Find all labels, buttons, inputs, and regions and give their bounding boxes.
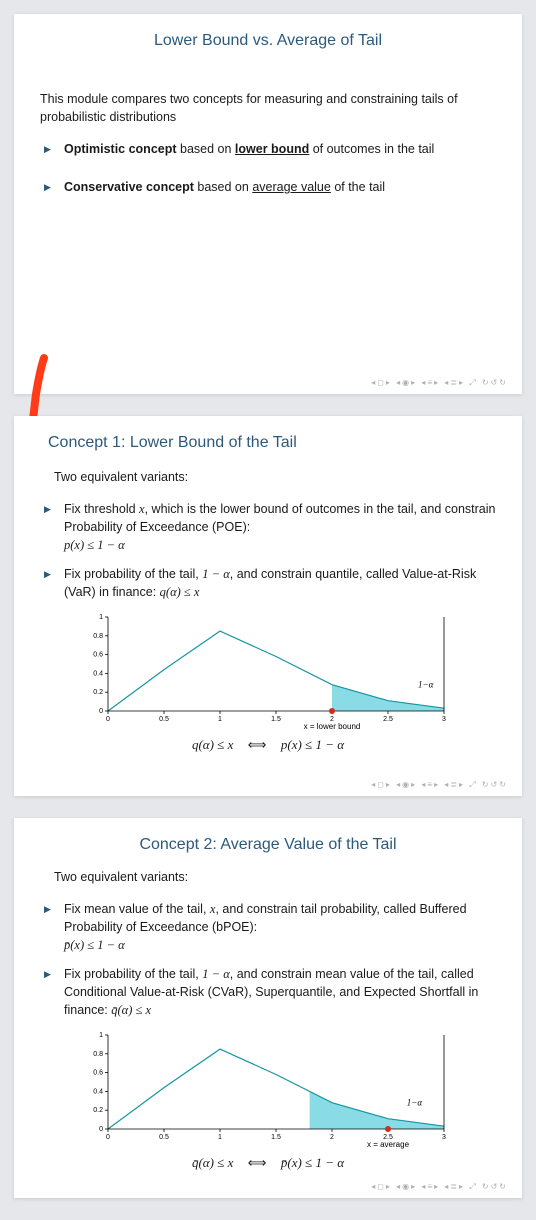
beamer-nav-icons: ◂◻▸ ◂◉▸ ◂≡▸ ◂≣▸ ⤢ ↻↺↻	[371, 780, 508, 790]
bullet-tail: of outcomes in the tail	[309, 142, 434, 156]
frag: Fix probability of the tail,	[64, 567, 202, 581]
slide-1-bullet-1: Optimistic concept based on lower bound …	[44, 140, 496, 158]
frag: Fix probability of the tail,	[64, 967, 202, 981]
svg-text:0.6: 0.6	[93, 1069, 103, 1076]
slide-1-bullets: Optimistic concept based on lower bound …	[44, 140, 496, 196]
svg-text:0.2: 0.2	[93, 1107, 103, 1114]
svg-text:2.5: 2.5	[383, 716, 393, 723]
beamer-nav-icons: ◂◻▸ ◂◉▸ ◂≡▸ ◂≣▸ ⤢ ↻↺↻	[371, 378, 508, 388]
svg-text:1: 1	[218, 1134, 222, 1141]
svg-text:0.2: 0.2	[93, 689, 103, 696]
equation: p̄(x) ≤ 1 − α	[64, 938, 125, 952]
bullet-tail: of the tail	[331, 180, 385, 194]
slide-2-equiv-equation: q(α) ≤ x ⟺ p(x) ≤ 1 − α	[40, 737, 496, 753]
eq-left: q̄(α) ≤ x	[192, 1155, 233, 1170]
slide-3-bullet-1: Fix mean value of the tail, x, and const…	[44, 900, 496, 954]
eq-left: q(α) ≤ x	[192, 737, 233, 752]
svg-text:1−α: 1−α	[418, 679, 434, 689]
bullet-mid: based on	[177, 142, 235, 156]
svg-text:1: 1	[218, 716, 222, 723]
svg-text:0.5: 0.5	[159, 716, 169, 723]
slide-2-bullet-2: Fix probability of the tail, 1 − α, and …	[44, 565, 496, 601]
slide-2-bullets: Fix threshold x, which is the lower boun…	[44, 500, 496, 601]
slide-1-title: Lower Bound vs. Average of Tail	[40, 32, 496, 50]
slide-3-bullets: Fix mean value of the tail, x, and const…	[44, 900, 496, 1019]
slide-2-bullet-1: Fix threshold x, which is the lower boun…	[44, 500, 496, 554]
frag: Fix mean value of the tail,	[64, 902, 210, 916]
slide-1-bullet-2: Conservative concept based on average va…	[44, 178, 496, 196]
slide-2-title: Concept 1: Lower Bound of the Tail	[48, 434, 496, 452]
svg-text:1: 1	[99, 614, 103, 621]
svg-text:0: 0	[99, 708, 103, 715]
svg-text:x = lower bound: x = lower bound	[304, 722, 361, 731]
frag-math: 1 − α	[202, 967, 230, 981]
eq-right: p(x) ≤ 1 − α	[281, 737, 344, 752]
equation: q̄(α) ≤ x	[111, 1003, 151, 1017]
svg-text:0.8: 0.8	[93, 1051, 103, 1058]
bullet-bold: Conservative concept	[64, 180, 194, 194]
svg-text:0: 0	[106, 1134, 110, 1141]
slide-2: Concept 1: Lower Bound of the Tail Two e…	[14, 416, 522, 796]
svg-text:0: 0	[99, 1126, 103, 1133]
svg-text:2: 2	[330, 1134, 334, 1141]
slide-2-chart: 00.511.522.5300.20.40.60.81x = lower bou…	[78, 611, 458, 731]
svg-text:3: 3	[442, 716, 446, 723]
svg-text:0.8: 0.8	[93, 633, 103, 640]
svg-text:1: 1	[99, 1032, 103, 1039]
svg-text:1.5: 1.5	[271, 716, 281, 723]
equation: p(x) ≤ 1 − α	[64, 538, 125, 552]
equation: q(α) ≤ x	[160, 585, 200, 599]
svg-text:x = average: x = average	[367, 1140, 410, 1149]
svg-text:1.5: 1.5	[271, 1134, 281, 1141]
frag-math: 1 − α	[202, 567, 230, 581]
svg-text:3: 3	[442, 1134, 446, 1141]
slide-3-subtitle: Two equivalent variants:	[54, 868, 496, 886]
slide-2-subtitle: Two equivalent variants:	[54, 468, 496, 486]
slide-3-title: Concept 2: Average Value of the Tail	[40, 836, 496, 854]
slide-3: Concept 2: Average Value of the Tail Two…	[14, 818, 522, 1198]
slide-3-bullet-2: Fix probability of the tail, 1 − α, and …	[44, 965, 496, 1019]
svg-text:0.5: 0.5	[159, 1134, 169, 1141]
slide-3-equiv-equation: q̄(α) ≤ x ⟺ p̄(x) ≤ 1 − α	[40, 1155, 496, 1171]
bullet-underline: average value	[252, 180, 331, 194]
eq-right: p̄(x) ≤ 1 − α	[281, 1155, 344, 1170]
svg-text:0.4: 0.4	[93, 1088, 103, 1095]
frag: Fix threshold	[64, 502, 139, 516]
bullet-underline: lower bound	[235, 142, 309, 156]
slide-1: Lower Bound vs. Average of Tail This mod…	[14, 14, 522, 394]
slide-1-intro: This module compares two concepts for me…	[40, 90, 496, 126]
beamer-nav-icons: ◂◻▸ ◂◉▸ ◂≡▸ ◂≣▸ ⤢ ↻↺↻	[371, 1182, 508, 1192]
bullet-mid: based on	[194, 180, 252, 194]
slide-3-chart: 00.511.522.5300.20.40.60.81x = average1−…	[78, 1029, 458, 1149]
svg-text:0.4: 0.4	[93, 670, 103, 677]
bullet-bold: Optimistic concept	[64, 142, 177, 156]
svg-text:0.6: 0.6	[93, 651, 103, 658]
svg-text:1−α: 1−α	[407, 1097, 423, 1107]
svg-text:0: 0	[106, 716, 110, 723]
